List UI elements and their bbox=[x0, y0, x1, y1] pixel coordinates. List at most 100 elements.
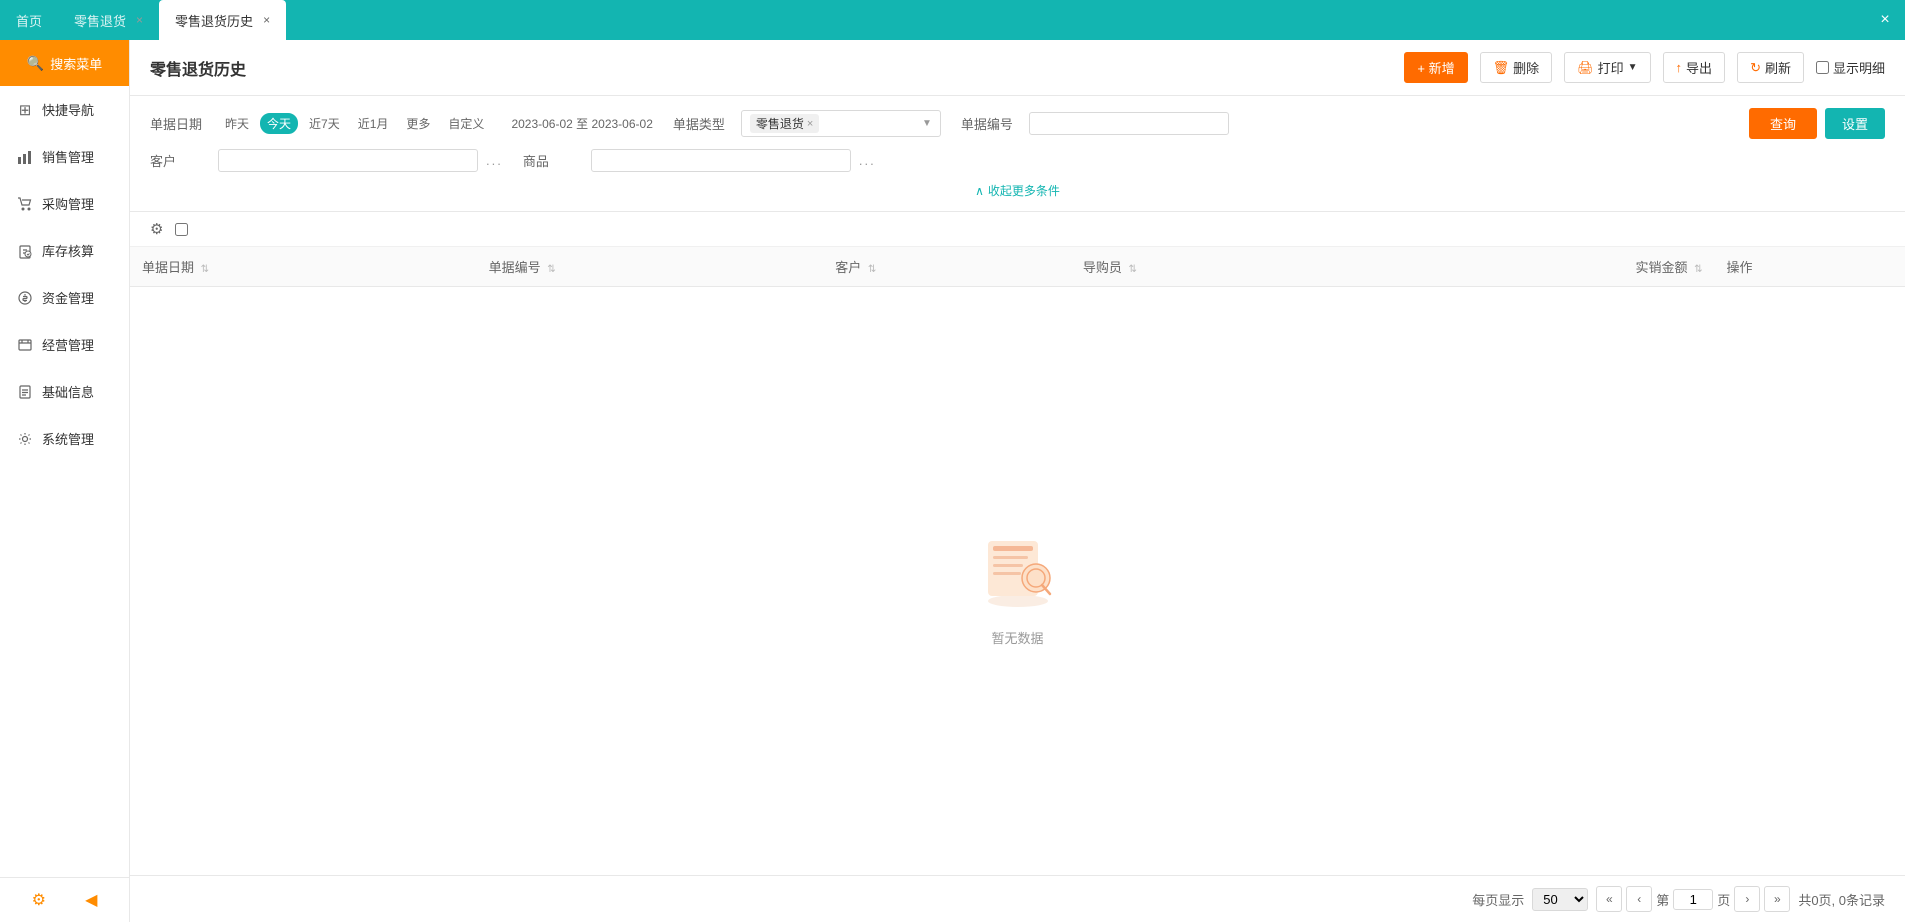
sidebar-item-purchase[interactable]: 采购管理 bbox=[0, 180, 129, 227]
delete-icon: 🗑 bbox=[1493, 60, 1510, 76]
refresh-button[interactable]: ↻ 刷新 bbox=[1737, 52, 1804, 83]
data-table: 单据日期 ⇅ 单据编号 ⇅ 客户 ⇅ 导购员 ⇅ bbox=[130, 247, 1905, 287]
select-all-checkbox[interactable] bbox=[175, 223, 188, 236]
print-button[interactable]: 🖨 打印 ▼ bbox=[1564, 52, 1650, 83]
customer-filter: 客户 ... bbox=[150, 149, 503, 172]
tab-return[interactable]: 零售退货 × bbox=[58, 0, 159, 40]
print-icon: 🖨 bbox=[1577, 60, 1594, 76]
page-header: 零售退货历史 + 新增 🗑 删除 🖨 打印 ▼ ↑ 导出 bbox=[130, 40, 1905, 96]
date-filter-label: 单据日期 bbox=[150, 114, 210, 133]
doc-type-select[interactable]: 零售退货 × ▼ bbox=[741, 110, 941, 137]
show-detail-checkbox[interactable]: 显示明细 bbox=[1816, 58, 1885, 77]
total-info: 共0页, 0条记录 bbox=[1798, 890, 1885, 909]
date-range-text: 2023-06-02 至 2023-06-02 bbox=[511, 115, 652, 132]
sidebar-item-sales[interactable]: 销售管理 bbox=[0, 133, 129, 180]
sidebar-item-basic[interactable]: 基础信息 bbox=[0, 368, 129, 415]
page-size-label: 每页显示 bbox=[1472, 890, 1524, 909]
sidebar: 🔍 搜索菜单 ⊞ 快捷导航 销售管理 采购管理 库存核算 bbox=[0, 40, 130, 922]
show-detail-input[interactable] bbox=[1816, 61, 1829, 74]
sidebar-item-quick-nav[interactable]: ⊞ 快捷导航 bbox=[0, 86, 129, 133]
collapse-btn[interactable]: ∧ 收起更多条件 bbox=[975, 182, 1060, 199]
table-header: 单据日期 ⇅ 单据编号 ⇅ 客户 ⇅ 导购员 ⇅ bbox=[130, 247, 1905, 287]
sidebar-bottom: ⚙ ◀ bbox=[0, 877, 129, 922]
col-amount[interactable]: 实销金额 ⇅ bbox=[1368, 247, 1715, 287]
date-btn-today[interactable]: 今天 bbox=[260, 113, 298, 134]
date-btn-7days[interactable]: 近7天 bbox=[302, 113, 347, 134]
prev-page-button[interactable]: ‹ bbox=[1626, 886, 1652, 912]
doc-type-label: 单据类型 bbox=[673, 114, 733, 133]
table-settings-icon[interactable]: ⚙ bbox=[150, 220, 163, 238]
collapse-sidebar-icon[interactable]: ◀ bbox=[85, 890, 97, 910]
date-filter: 单据日期 昨天 今天 近7天 近1月 更多 自定义 bbox=[150, 113, 491, 134]
page-label-suffix: 页 bbox=[1717, 890, 1730, 909]
page-number-input[interactable] bbox=[1673, 889, 1713, 910]
goods-filter: 商品 ... bbox=[523, 149, 876, 172]
col-guide[interactable]: 导购员 ⇅ bbox=[1071, 247, 1368, 287]
search-icon: 🔍 bbox=[27, 55, 44, 72]
quick-nav-icon: ⊞ bbox=[16, 101, 34, 119]
col-actions: 操作 bbox=[1715, 247, 1905, 287]
col-customer[interactable]: 客户 ⇅ bbox=[823, 247, 1071, 287]
doc-type-tag: 零售退货 × bbox=[750, 114, 819, 133]
date-btn-more[interactable]: 更多 bbox=[399, 113, 437, 134]
date-range-display: 2023-06-02 至 2023-06-02 bbox=[511, 115, 652, 132]
main-layout: 🔍 搜索菜单 ⊞ 快捷导航 销售管理 采购管理 库存核算 bbox=[0, 40, 1905, 922]
empty-text: 暂无数据 bbox=[991, 628, 1043, 647]
tab-home[interactable]: 首页 bbox=[0, 0, 58, 40]
filter-row-2: 客户 ... 商品 ... bbox=[150, 149, 1885, 172]
doc-type-dropdown-icon: ▼ bbox=[922, 118, 932, 129]
customer-dots[interactable]: ... bbox=[486, 153, 503, 168]
sidebar-item-finance[interactable]: 资金管理 bbox=[0, 274, 129, 321]
last-page-button[interactable]: » bbox=[1764, 886, 1790, 912]
empty-icon bbox=[968, 516, 1068, 616]
delete-button[interactable]: 🗑 删除 bbox=[1480, 52, 1553, 83]
sidebar-item-system[interactable]: 系统管理 bbox=[0, 415, 129, 462]
doc-number-filter: 单据编号 bbox=[961, 112, 1229, 135]
table-area: ⚙ 单据日期 ⇅ 单据编号 ⇅ 客户 bbox=[130, 212, 1905, 922]
goods-dots[interactable]: ... bbox=[859, 153, 876, 168]
date-btn-1month[interactable]: 近1月 bbox=[351, 113, 396, 134]
tab-return-close[interactable]: × bbox=[136, 13, 143, 27]
customer-label: 客户 bbox=[150, 151, 210, 170]
tab-history[interactable]: 零售退货历史 × bbox=[159, 0, 286, 40]
settings-button[interactable]: 设置 bbox=[1825, 108, 1885, 139]
window-close-button[interactable]: × bbox=[1865, 0, 1905, 40]
pagination-bar: 每页显示 10 20 50 100 « ‹ 第 页 › » 共0页, 0条记录 bbox=[130, 875, 1905, 922]
page-nav: « ‹ 第 页 › » bbox=[1596, 886, 1790, 912]
goods-label: 商品 bbox=[523, 151, 583, 170]
sort-number-icon: ⇅ bbox=[547, 264, 555, 275]
inventory-icon bbox=[16, 242, 34, 260]
page-title: 零售退货历史 bbox=[150, 56, 246, 80]
new-button[interactable]: + 新增 bbox=[1404, 52, 1467, 83]
sort-guide-icon: ⇅ bbox=[1128, 264, 1136, 275]
page-size-select[interactable]: 10 20 50 100 bbox=[1532, 888, 1588, 911]
export-button[interactable]: ↑ 导出 bbox=[1663, 52, 1726, 83]
date-shortcuts: 昨天 今天 近7天 近1月 更多 自定义 bbox=[218, 113, 491, 134]
export-icon: ↑ bbox=[1676, 60, 1683, 75]
table-toolbar: ⚙ bbox=[130, 212, 1905, 247]
date-btn-yesterday[interactable]: 昨天 bbox=[218, 113, 256, 134]
next-page-button[interactable]: › bbox=[1734, 886, 1760, 912]
tab-history-close[interactable]: × bbox=[263, 13, 270, 27]
date-btn-custom[interactable]: 自定义 bbox=[441, 113, 491, 134]
empty-state: 暂无数据 bbox=[130, 287, 1905, 875]
settings-bottom-icon[interactable]: ⚙ bbox=[32, 890, 46, 910]
col-number[interactable]: 单据编号 ⇅ bbox=[477, 247, 824, 287]
query-button[interactable]: 查询 bbox=[1749, 108, 1817, 139]
system-icon bbox=[16, 430, 34, 448]
doc-type-tag-close[interactable]: × bbox=[807, 118, 813, 130]
tab-list: 首页 零售退货 × 零售退货历史 × bbox=[0, 0, 286, 40]
col-date[interactable]: 单据日期 ⇅ bbox=[130, 247, 477, 287]
basic-icon bbox=[16, 383, 34, 401]
doc-type-filter: 单据类型 零售退货 × ▼ bbox=[673, 110, 941, 137]
goods-input[interactable] bbox=[591, 149, 851, 172]
sidebar-search-button[interactable]: 🔍 搜索菜单 bbox=[0, 40, 129, 86]
sidebar-item-inventory[interactable]: 库存核算 bbox=[0, 227, 129, 274]
purchase-icon bbox=[16, 195, 34, 213]
customer-input[interactable] bbox=[218, 149, 478, 172]
main-content: 零售退货历史 + 新增 🗑 删除 🖨 打印 ▼ ↑ 导出 bbox=[130, 40, 1905, 922]
operations-icon bbox=[16, 336, 34, 354]
sidebar-item-operations[interactable]: 经营管理 bbox=[0, 321, 129, 368]
doc-number-input[interactable] bbox=[1029, 112, 1229, 135]
first-page-button[interactable]: « bbox=[1596, 886, 1622, 912]
